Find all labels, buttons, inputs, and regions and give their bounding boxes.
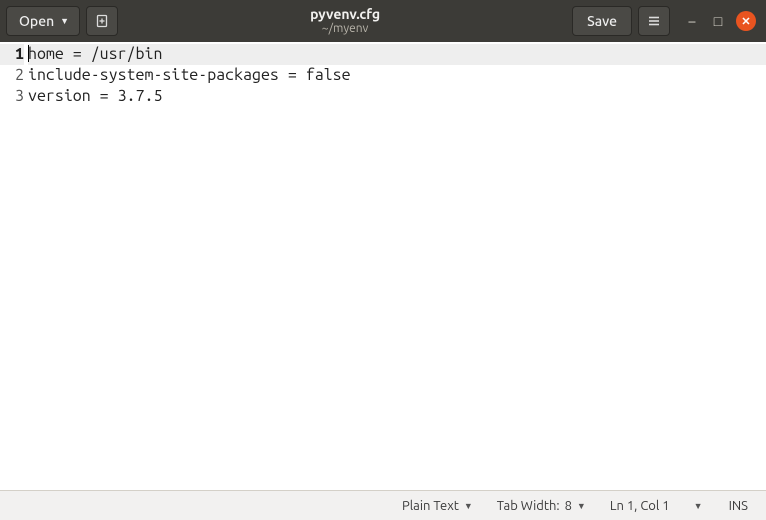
- insert-mode-indicator[interactable]: INS: [715, 499, 756, 513]
- open-button[interactable]: Open ▼: [6, 6, 80, 36]
- text-cursor: [28, 45, 29, 62]
- hamburger-icon: [646, 13, 662, 29]
- titlebar: Open ▼ pyvenv.cfg ~/myenv Save – □ ✕: [0, 0, 766, 42]
- line-number: 1: [0, 44, 24, 65]
- chevron-down-icon: ▼: [694, 501, 703, 511]
- title-path: ~/myenv: [118, 22, 572, 36]
- text-content[interactable]: home = /usr/bininclude-system-site-packa…: [28, 44, 766, 490]
- tabwidth-selector[interactable]: Tab Width: 8 ▼: [485, 499, 598, 513]
- save-button[interactable]: Save: [572, 6, 632, 36]
- line-number: 2: [0, 65, 24, 86]
- title-filename: pyvenv.cfg: [118, 6, 572, 22]
- tabwidth-value: 8: [565, 499, 572, 513]
- hamburger-menu-button[interactable]: [638, 6, 670, 36]
- chevron-down-icon: ▼: [60, 16, 69, 26]
- line-number-gutter: 123: [0, 44, 28, 490]
- maximize-button[interactable]: □: [710, 13, 726, 29]
- minimize-button[interactable]: –: [684, 13, 700, 29]
- statusbar: Plain Text ▼ Tab Width: 8 ▼ Ln 1, Col 1 …: [0, 490, 766, 520]
- open-button-label: Open: [19, 13, 54, 29]
- chevron-down-icon: ▼: [464, 501, 473, 511]
- new-tab-button[interactable]: [86, 6, 118, 36]
- editor-area[interactable]: 123 home = /usr/bininclude-system-site-p…: [0, 42, 766, 490]
- editor-line[interactable]: include-system-site-packages = false: [28, 65, 766, 86]
- window-controls: – □ ✕: [684, 11, 756, 31]
- maximize-icon: □: [714, 13, 722, 29]
- editor-line[interactable]: home = /usr/bin: [28, 44, 766, 65]
- cursor-position-label: Ln 1, Col 1: [610, 499, 670, 513]
- syntax-label: Plain Text: [402, 499, 459, 513]
- minimize-icon: –: [689, 13, 696, 29]
- tabwidth-label: Tab Width:: [497, 499, 560, 513]
- save-button-label: Save: [587, 13, 617, 29]
- position-menu[interactable]: ▼: [682, 501, 715, 511]
- insert-mode-label: INS: [729, 499, 748, 513]
- syntax-selector[interactable]: Plain Text ▼: [390, 499, 485, 513]
- new-document-icon: [94, 13, 110, 29]
- window-title: pyvenv.cfg ~/myenv: [118, 6, 572, 36]
- line-number: 3: [0, 86, 24, 107]
- close-icon: ✕: [741, 15, 750, 28]
- editor-line[interactable]: version = 3.7.5: [28, 86, 766, 107]
- chevron-down-icon: ▼: [577, 501, 586, 511]
- cursor-position[interactable]: Ln 1, Col 1: [598, 499, 682, 513]
- close-button[interactable]: ✕: [736, 11, 756, 31]
